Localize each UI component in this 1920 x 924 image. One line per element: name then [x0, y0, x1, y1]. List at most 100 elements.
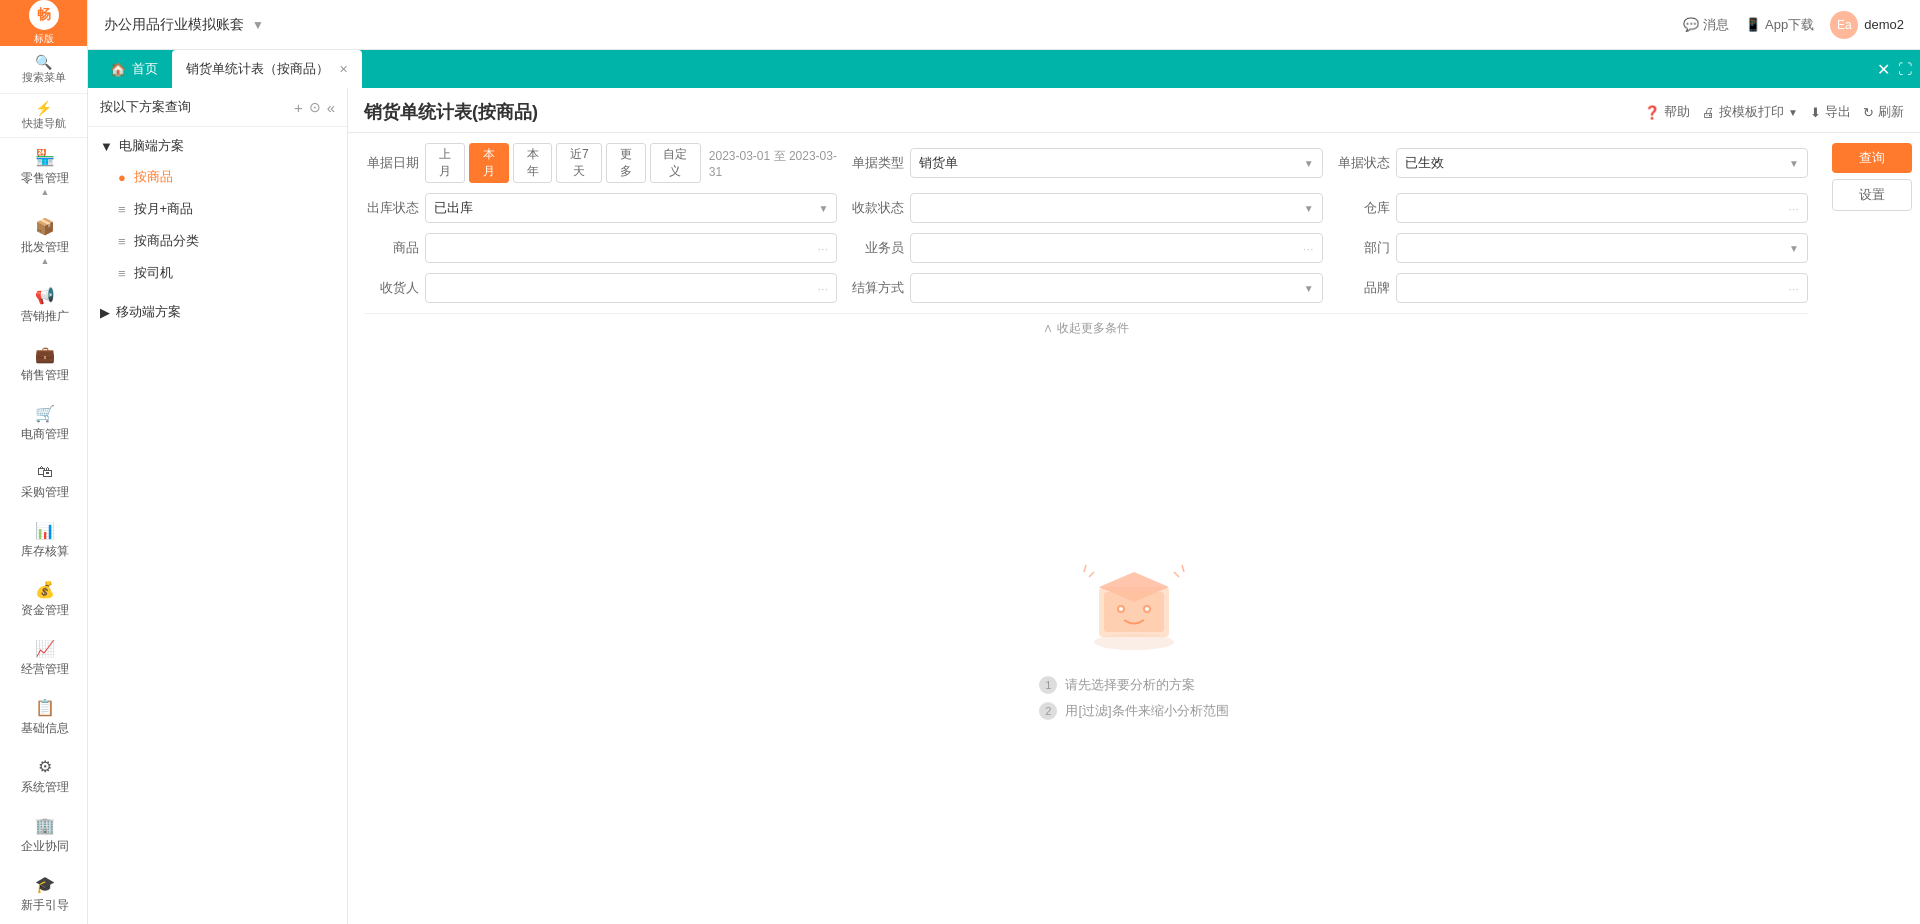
operations-label: 经营管理	[21, 661, 69, 678]
print-icon: 🖨	[1702, 105, 1715, 120]
filter-doc-type: 单据类型 销货单 ▼	[849, 148, 1322, 178]
out-status-label: 出库状态	[364, 199, 419, 217]
inventory-icon: 📊	[35, 521, 55, 540]
brand-control[interactable]: ···	[1396, 273, 1808, 303]
sidebar-item-system[interactable]: ⚙ 系统管理	[0, 747, 87, 806]
tab-maximize-btn[interactable]: ⛶	[1898, 61, 1912, 77]
collapse-scheme-btn[interactable]: «	[327, 99, 335, 116]
purchase-label: 采购管理	[21, 484, 69, 501]
settings-btn[interactable]: 设置	[1832, 179, 1912, 211]
print-btn[interactable]: 🖨 按模板打印 ▼	[1702, 103, 1798, 121]
sidebar-item-enterprise[interactable]: 🏢 企业协同	[0, 806, 87, 865]
sidebar-item-retail[interactable]: 🏪 零售管理 ▲	[0, 138, 87, 207]
date-btn-more[interactable]: 更多	[606, 143, 646, 183]
cashier-scheme-icon: ≡	[118, 266, 126, 281]
scheme-group-pc-header[interactable]: ▼ 电脑端方案	[88, 131, 347, 161]
scheme-group-mobile-header[interactable]: ▶ 移动端方案	[88, 297, 347, 327]
avatar: Ea	[1830, 11, 1858, 39]
app-download-label: App下载	[1765, 16, 1814, 34]
inventory-label: 库存核算	[21, 543, 69, 560]
date-btn-this-month[interactable]: 本月	[469, 143, 509, 183]
messages-btn[interactable]: 💬 消息	[1683, 16, 1729, 34]
print-dropdown-icon[interactable]: ▼	[1788, 107, 1798, 118]
svg-line-8	[1084, 565, 1086, 572]
edit-scheme-btn[interactable]: ⊙	[309, 99, 321, 115]
retail-label: 零售管理	[21, 170, 69, 187]
filter-date: 单据日期 上月 本月 本年 近7天 更多 自定义 2023-03-01 至 20…	[364, 143, 837, 183]
sidebar-item-quick-nav[interactable]: ⚡ 快捷导航	[0, 94, 87, 138]
svg-point-5	[1119, 607, 1123, 611]
home-icon: 🏠	[110, 62, 126, 77]
sidebar-item-purchase[interactable]: 🛍 采购管理	[0, 453, 87, 511]
empty-tip-2: 2 用[过滤]条件来缩小分析范围	[1039, 702, 1228, 720]
username: demo2	[1864, 17, 1904, 32]
messages-label: 消息	[1703, 16, 1729, 34]
recipient-label: 收货人	[364, 279, 419, 297]
payment-method-control[interactable]: ▼	[910, 273, 1322, 303]
scheme-by-month-product[interactable]: ≡ 按月+商品	[88, 193, 347, 225]
doc-status-control[interactable]: 已生效 ▼	[1396, 148, 1808, 178]
svg-point-6	[1145, 607, 1149, 611]
tab-sales-stat[interactable]: 销货单统计表（按商品） ✕	[172, 50, 362, 88]
date-btn-custom[interactable]: 自定义	[650, 143, 701, 183]
sidebar-item-ecom[interactable]: 🛒 电商管理	[0, 394, 87, 453]
sidebar-item-search[interactable]: 🔍 搜索菜单	[0, 46, 87, 94]
export-icon: ⬇	[1810, 105, 1821, 120]
sidebar-item-inventory[interactable]: 📊 库存核算	[0, 511, 87, 570]
sidebar-item-operations[interactable]: 📈 经营管理	[0, 629, 87, 688]
search-label: 搜索菜单	[6, 70, 81, 85]
marketing-label: 营销推广	[21, 308, 69, 325]
filter-salesperson: 业务员 ···	[849, 233, 1322, 263]
sidebar-item-finance[interactable]: 💰 资金管理	[0, 570, 87, 629]
out-status-control[interactable]: 已出库 ▼	[425, 193, 837, 223]
collapse-filters-btn[interactable]: ∧ 收起更多条件	[364, 313, 1808, 343]
doc-type-arrow: ▼	[1304, 158, 1314, 169]
sidebar-item-marketing[interactable]: 📢 营销推广	[0, 276, 87, 335]
page-title-bar: 销货单统计表(按商品) ❓ 帮助 🖨 按模板打印 ▼ ⬇ 导出	[348, 88, 1920, 132]
collapse-label: ∧ 收起更多条件	[1043, 321, 1128, 335]
ecom-icon: 🛒	[35, 404, 55, 423]
refresh-btn[interactable]: ↻ 刷新	[1863, 103, 1904, 121]
salesperson-control[interactable]: ···	[910, 233, 1322, 263]
scheme-by-cashier[interactable]: ≡ 按司机	[88, 257, 347, 289]
doc-type-label: 单据类型	[849, 154, 904, 172]
query-btn[interactable]: 查询	[1832, 143, 1912, 173]
sidebar-item-newbie[interactable]: 🎓 新手引导	[0, 865, 87, 924]
tip-text-1: 请先选择要分析的方案	[1065, 676, 1195, 694]
help-btn[interactable]: ❓ 帮助	[1644, 103, 1690, 121]
doc-type-control[interactable]: 销货单 ▼	[910, 148, 1322, 178]
recipient-dots: ···	[817, 281, 828, 296]
tab-close-window-btn[interactable]: ✕	[1877, 60, 1890, 79]
user-profile[interactable]: Ea demo2	[1830, 11, 1904, 39]
scheme-by-product-cat[interactable]: ≡ 按商品分类	[88, 225, 347, 257]
tab-close-btn[interactable]: ✕	[339, 63, 348, 76]
sidebar-item-basic[interactable]: 📋 基础信息	[0, 688, 87, 747]
retail-icon: 🏪	[35, 148, 55, 167]
filter-row-2: 出库状态 已出库 ▼ 收款状态 ▼	[364, 193, 1808, 223]
page-actions: ❓ 帮助 🖨 按模板打印 ▼ ⬇ 导出 ↻ 刷新	[1644, 103, 1904, 121]
sales-label: 销售管理	[21, 367, 69, 384]
filter-payment-method: 结算方式 ▼	[849, 273, 1322, 303]
dept-control[interactable]: ▼	[1396, 233, 1808, 263]
warehouse-control[interactable]: ···	[1396, 193, 1808, 223]
date-btn-this-year[interactable]: 本年	[513, 143, 553, 183]
sidebar-item-sales[interactable]: 💼 销售管理	[0, 335, 87, 394]
dept-label: 部门	[1335, 239, 1390, 257]
sidebar-item-wholesale[interactable]: 📦 批发管理 ▲	[0, 207, 87, 276]
date-btn-7days[interactable]: 近7天	[556, 143, 602, 183]
date-btn-last-month[interactable]: 上月	[425, 143, 465, 183]
basic-icon: 📋	[35, 698, 55, 717]
app-download-btn[interactable]: 📱 App下载	[1745, 16, 1814, 34]
tab-home[interactable]: 🏠 首页	[96, 50, 172, 88]
filter-row-4: 收货人 ··· 结算方式 ▼	[364, 273, 1808, 303]
product-scheme-icon: ●	[118, 170, 126, 185]
empty-tips: 1 请先选择要分析的方案 2 用[过滤]条件来缩小分析范围	[1039, 676, 1228, 720]
product-control[interactable]: ···	[425, 233, 837, 263]
filter-btn-group: 查询 设置	[1824, 133, 1920, 353]
export-btn[interactable]: ⬇ 导出	[1810, 103, 1851, 121]
industry-dropdown[interactable]: ▼	[252, 18, 264, 32]
scheme-by-product[interactable]: ● 按商品	[88, 161, 347, 193]
payment-status-control[interactable]: ▼	[910, 193, 1322, 223]
recipient-control[interactable]: ···	[425, 273, 837, 303]
add-scheme-btn[interactable]: +	[294, 99, 303, 116]
